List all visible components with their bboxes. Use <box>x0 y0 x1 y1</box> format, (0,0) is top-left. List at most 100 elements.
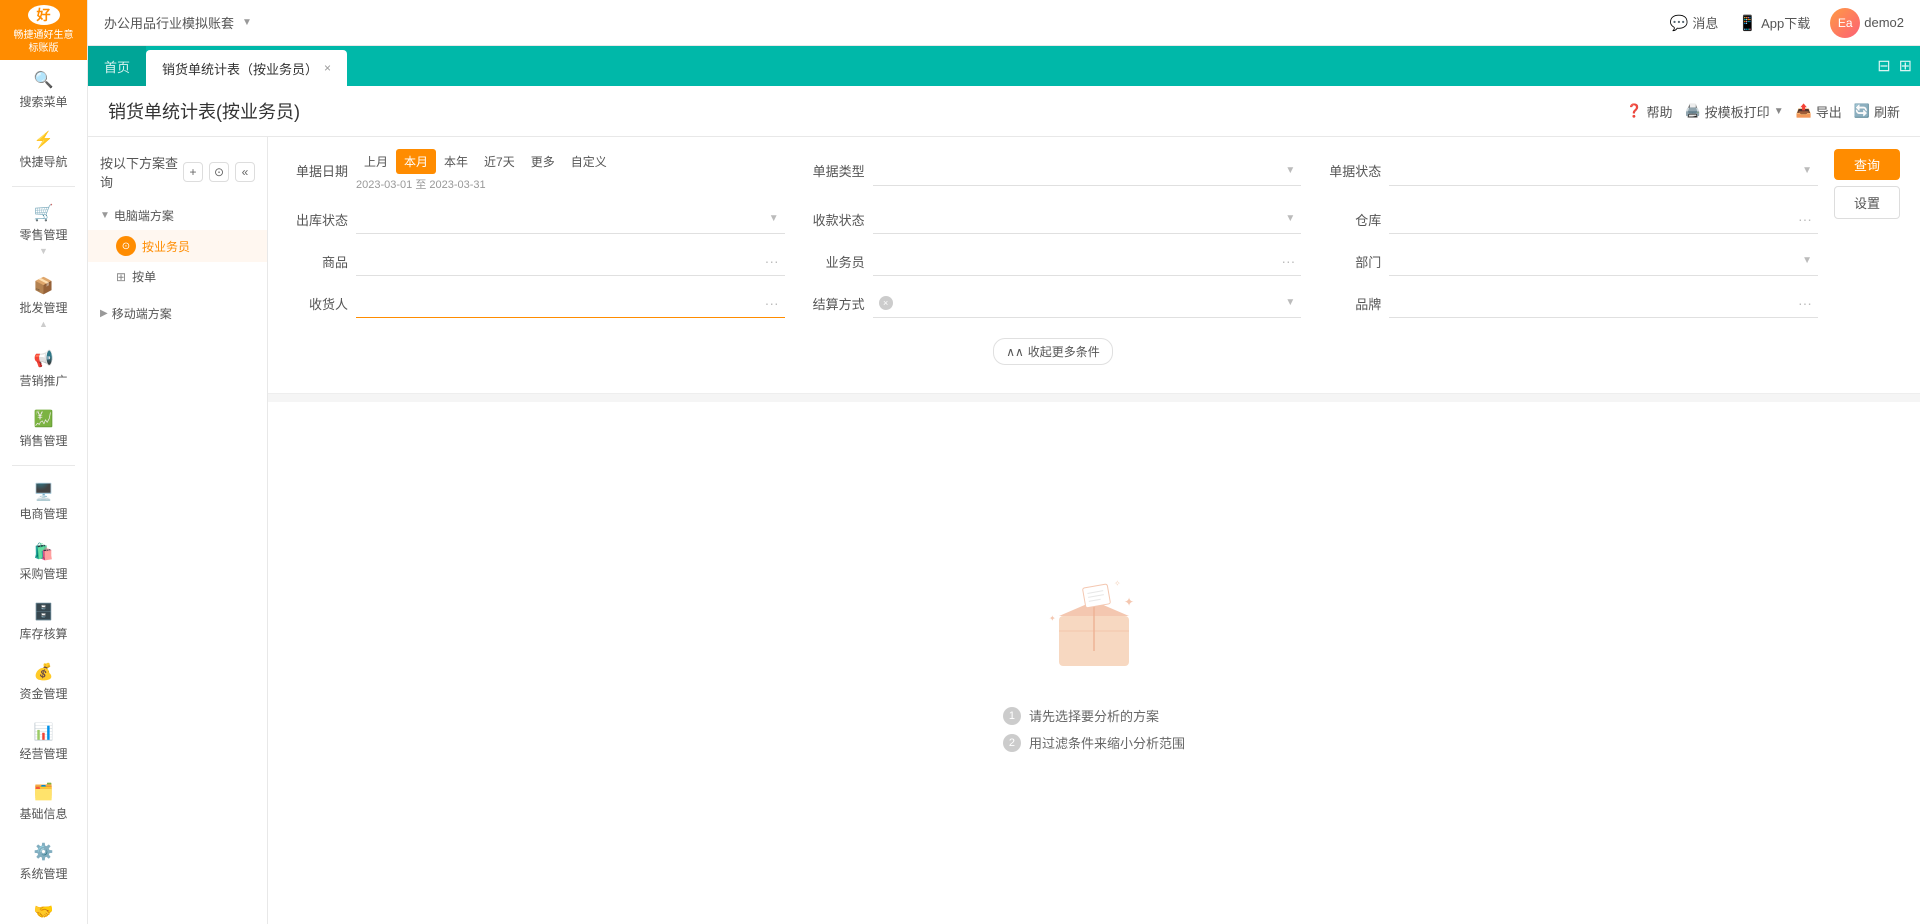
filter-settlement-row: 结算方式 × ▼ <box>805 288 1302 318</box>
date-tab-thismonth[interactable]: 本月 <box>396 149 436 174</box>
filter-receiver-row: 收货人 ··· <box>288 288 785 318</box>
warehouse-label: 仓库 <box>1321 210 1381 229</box>
user-btn[interactable]: Ea demo2 <box>1830 8 1904 38</box>
tab-maximize-icon[interactable]: ⊞ <box>1899 56 1912 76</box>
top-header: 办公用品行业模拟账套 ▼ 💬 消息 📱 App下载 Ea demo2 <box>88 0 1920 46</box>
dept-input[interactable]: ▼ <box>1389 246 1818 276</box>
system-icon: ⚙️ <box>34 842 54 862</box>
settlement-input[interactable]: × ▼ <box>873 288 1302 318</box>
date-tab-7days[interactable]: 近7天 <box>476 149 523 174</box>
sidebar-item-quicknav[interactable]: ⚡ 快捷导航 <box>0 120 87 180</box>
panel-settings-icon[interactable]: ⊙ <box>209 162 229 182</box>
receiver-dots-icon: ··· <box>765 295 779 311</box>
brand-label: 品牌 <box>1321 294 1381 313</box>
sidebar-item-sales[interactable]: 💹 销售管理 <box>0 399 87 459</box>
sidebar-item-ecommerce[interactable]: 🖥️ 电商管理 <box>0 472 87 532</box>
sidebar-divider-1 <box>0 180 87 193</box>
status-dropdown-icon: ▼ <box>1802 165 1812 176</box>
panel-collapse-icon[interactable]: « <box>235 162 255 182</box>
tab-home[interactable]: 首页 <box>88 46 146 86</box>
tab-sales-stat[interactable]: 销货单统计表（按业务员） × <box>146 50 347 86</box>
sidebar-item-operation[interactable]: 📊 经营管理 <box>0 712 87 772</box>
industry-dropdown-icon[interactable]: ▼ <box>242 17 252 28</box>
panel-add-icon[interactable]: + <box>183 162 203 182</box>
download-icon: 📱 <box>1738 14 1757 32</box>
panel-group-mobile-title[interactable]: ▶ 移动端方案 <box>88 299 267 328</box>
salesperson-label: 业务员 <box>805 252 865 271</box>
logo-icon: 好 <box>28 5 60 25</box>
tab-actions: ⊟ ⊞ <box>1869 46 1920 86</box>
svg-text:✦: ✦ <box>1124 595 1134 609</box>
sidebar-item-system[interactable]: ⚙️ 系统管理 <box>0 832 87 892</box>
outstatus-input[interactable]: ▼ <box>356 204 785 234</box>
sidebar-item-inventory-label: 库存核算 <box>19 625 67 642</box>
main-area: 办公用品行业模拟账套 ▼ 💬 消息 📱 App下载 Ea demo2 首页 <box>88 0 1920 924</box>
sidebar-item-search[interactable]: 🔍 搜索菜单 <box>0 60 87 120</box>
type-input[interactable]: ▼ <box>873 156 1302 186</box>
help-btn[interactable]: ❓ 帮助 <box>1626 102 1672 121</box>
sidebar-item-wholesale[interactable]: 📦 批发管理 ▲ <box>0 266 87 339</box>
page-header: 销货单统计表(按业务员) ❓ 帮助 🖨️ 按模板打印 ▼ 📤 导出 🔄 刷 <box>88 86 1920 137</box>
sidebar: 好 畅捷通好生意 标账版 🔍 搜索菜单 ⚡ 快捷导航 🛒 零售管理 ▼ 📦 批发… <box>0 0 88 924</box>
tab-close-icon[interactable]: × <box>324 61 331 75</box>
panel-item-by-order[interactable]: ⊞ 按单 <box>88 262 267 291</box>
sidebar-item-inventory[interactable]: 🗄️ 库存核算 <box>0 592 87 652</box>
wholesale-icon: 📦 <box>34 276 54 296</box>
panel-item-by-salesperson[interactable]: ⊙ 按业务员 <box>88 230 267 262</box>
sidebar-item-purchase[interactable]: 🛍️ 采购管理 <box>0 532 87 592</box>
brand-input[interactable]: ··· <box>1389 288 1818 318</box>
page-title: 销货单统计表(按业务员) <box>108 98 300 124</box>
filter-type-row: 单据类型 ▼ <box>805 149 1302 192</box>
export-btn[interactable]: 📤 导出 <box>1796 102 1842 121</box>
sidebar-item-retail-label: 零售管理 <box>19 226 67 243</box>
template-print-btn[interactable]: 🖨️ 按模板打印 ▼ <box>1684 102 1783 121</box>
export-label: 导出 <box>1816 102 1842 121</box>
date-tab-thisyear[interactable]: 本年 <box>436 149 476 174</box>
goods-input[interactable]: ··· <box>356 246 785 276</box>
collapse-row: ∧∧ 收起更多条件 <box>288 330 1818 373</box>
sidebar-item-quicknav-label: 快捷导航 <box>19 153 67 170</box>
tab-bar: 首页 销货单统计表（按业务员） × ⊟ ⊞ <box>88 46 1920 86</box>
sidebar-item-enterprise[interactable]: 🤝 企业协同 <box>0 892 87 924</box>
collapse-up-icon: ∧∧ <box>1006 345 1024 359</box>
status-label: 单据状态 <box>1321 161 1381 180</box>
panel-group-desktop-title[interactable]: ▼ 电脑端方案 <box>88 201 267 230</box>
collapse-btn[interactable]: ∧∧ 收起更多条件 <box>993 338 1113 365</box>
purchase-icon: 🛍️ <box>34 542 54 562</box>
template-print-label: 按模板打印 <box>1705 102 1770 121</box>
sidebar-item-retail[interactable]: 🛒 零售管理 ▼ <box>0 193 87 266</box>
settlement-clear-btn[interactable]: × <box>879 296 893 310</box>
recvstatus-label: 收款状态 <box>805 210 865 229</box>
body-container: 按以下方案查询 + ⊙ « ▼ 电脑端方案 ⊙ 按业务员 <box>88 137 1920 924</box>
filter-goods-row: 商品 ··· <box>288 246 785 276</box>
recvstatus-input[interactable]: ▼ <box>873 204 1302 234</box>
tab-minimize-icon[interactable]: ⊟ <box>1877 56 1890 76</box>
setting-btn[interactable]: 设置 <box>1834 186 1900 219</box>
sidebar-item-system-label: 系统管理 <box>19 865 67 882</box>
date-tab-custom[interactable]: 自定义 <box>563 149 615 174</box>
messages-label: 消息 <box>1692 13 1718 32</box>
filter-warehouse-row: 仓库 ··· <box>1321 204 1818 234</box>
filter-date-row: 单据日期 上月 本月 本年 近7天 更多 自定义 <box>288 149 785 192</box>
panel-item-by-order-label: 按单 <box>132 268 156 285</box>
sidebar-item-marketing[interactable]: 📢 营销推广 <box>0 339 87 399</box>
step1-num: 1 <box>1003 707 1021 725</box>
refresh-btn[interactable]: 🔄 刷新 <box>1854 102 1900 121</box>
messages-btn[interactable]: 💬 消息 <box>1670 13 1719 32</box>
sidebar-item-basic[interactable]: 🗂️ 基础信息 <box>0 772 87 832</box>
search-icon: 🔍 <box>34 70 54 90</box>
receiver-input[interactable]: ··· <box>356 288 785 318</box>
sidebar-item-finance[interactable]: 💰 资金管理 <box>0 652 87 712</box>
empty-state: ✦ ✦ ✧ 1 请先选择要分析的方案 2 用过 <box>268 402 1920 924</box>
query-btn[interactable]: 查询 <box>1834 149 1900 180</box>
tab-spacer <box>347 46 1869 86</box>
date-tab-lastmonth[interactable]: 上月 <box>356 149 396 174</box>
status-input[interactable]: ▼ <box>1389 156 1818 186</box>
settlement-dropdown-icon: ▼ <box>1285 297 1295 308</box>
salesperson-input[interactable]: ··· <box>873 246 1302 276</box>
date-tab-more[interactable]: 更多 <box>523 149 563 174</box>
app-download-btn[interactable]: 📱 App下载 <box>1738 13 1810 32</box>
salesperson-circle-icon: ⊙ <box>116 236 136 256</box>
warehouse-input[interactable]: ··· <box>1389 204 1818 234</box>
help-icon: ❓ <box>1626 103 1642 119</box>
